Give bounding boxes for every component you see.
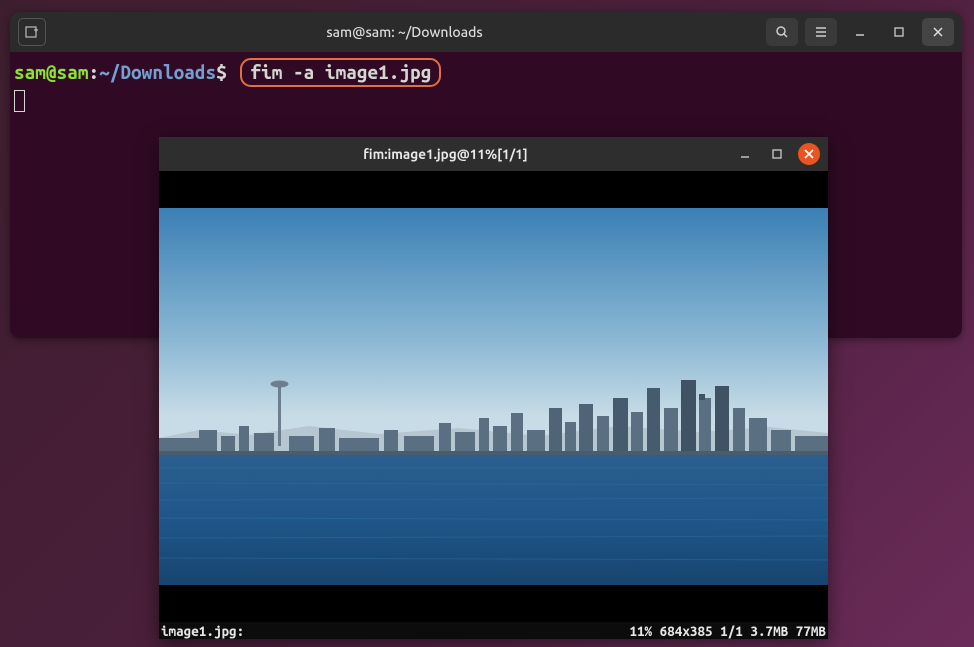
fim-image-area[interactable] <box>159 171 828 622</box>
prompt-path: ~/Downloads <box>99 61 216 83</box>
terminal-title: sam@sam: ~/Downloads <box>50 24 759 40</box>
fim-close-button[interactable] <box>798 143 820 165</box>
command-highlighted: fim -a image1.jpg <box>240 58 441 87</box>
terminal-cursor <box>14 90 25 112</box>
fim-titlebar: fim:image1.jpg@11%[1/1] <box>159 137 828 171</box>
search-button[interactable] <box>766 18 798 46</box>
fim-maximize-button[interactable] <box>766 143 788 165</box>
prompt-user: sam@sam <box>14 61 88 83</box>
fim-status-info: 11% 684x385 1/1 3.7MB 77MB <box>629 623 826 639</box>
prompt-dollar: $ <box>216 61 227 83</box>
prompt-colon: : <box>88 61 99 83</box>
maximize-button[interactable] <box>883 18 915 46</box>
terminal-body[interactable]: sam@sam:~/Downloads$ fim -a image1.jpg <box>10 52 962 118</box>
fim-statusbar: image1.jpg: 11% 684x385 1/1 3.7MB 77MB <box>159 622 828 639</box>
terminal-titlebar: sam@sam: ~/Downloads <box>10 12 962 52</box>
minimize-button[interactable] <box>844 18 876 46</box>
close-button[interactable] <box>922 18 954 46</box>
fim-title: fim:image1.jpg@11%[1/1] <box>167 146 724 162</box>
menu-button[interactable] <box>805 18 837 46</box>
image-content <box>159 208 828 585</box>
fim-status-filename: image1.jpg: <box>161 623 244 639</box>
fim-window: fim:image1.jpg@11%[1/1] <box>159 137 828 639</box>
terminal-prompt-line: sam@sam:~/Downloads$ fim -a image1.jpg <box>14 58 958 87</box>
new-tab-button[interactable] <box>18 18 46 46</box>
fim-minimize-button[interactable] <box>734 143 756 165</box>
